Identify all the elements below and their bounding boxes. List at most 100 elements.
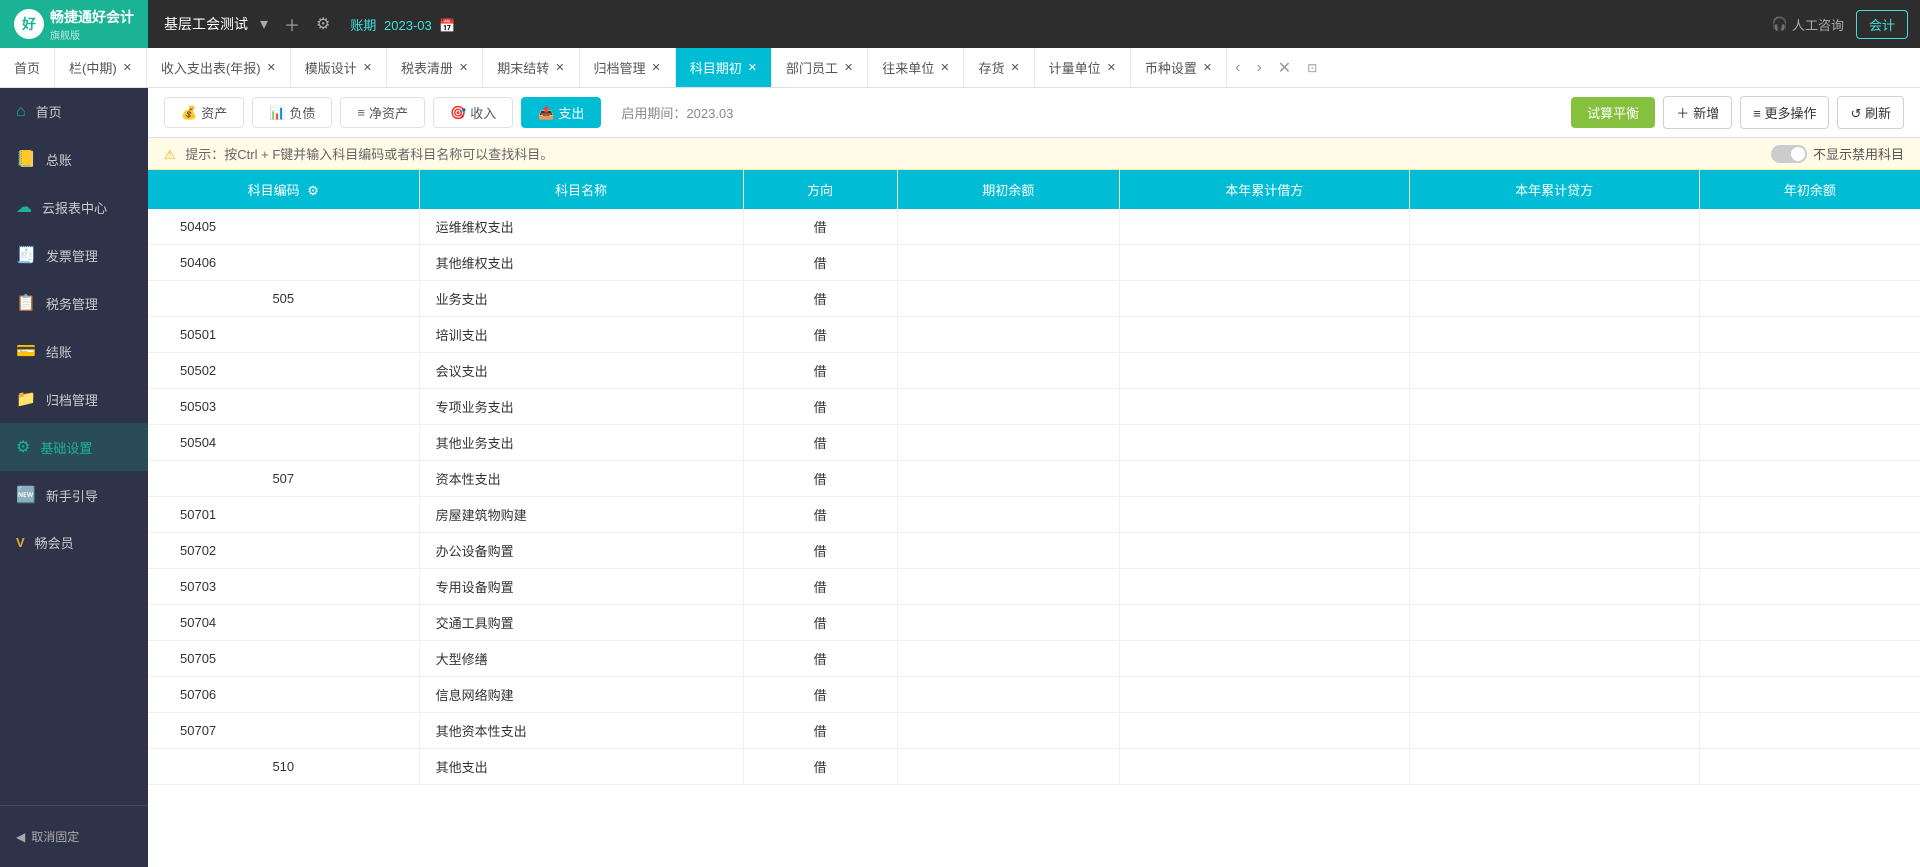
sidebar-item-invoice[interactable]: 🧾 发票管理 bbox=[0, 231, 148, 279]
sidebar-item-home[interactable]: ⌂ 首页 bbox=[0, 88, 148, 135]
table-row[interactable]: 50702办公设备购置借 bbox=[148, 533, 1920, 569]
tab-balance-mid-close[interactable]: ✕ bbox=[123, 61, 132, 74]
sidebar-item-ledger[interactable]: 📒 总账 bbox=[0, 135, 148, 183]
cell-direction: 借 bbox=[743, 461, 897, 497]
table-row[interactable]: 50704交通工具购置借 bbox=[148, 605, 1920, 641]
service-btn[interactable]: 🎧 人工咨询 bbox=[1772, 15, 1844, 34]
tab-subject-init-label: 科目期初 bbox=[690, 58, 742, 77]
tab-tax-clear[interactable]: 税表清册 ✕ bbox=[387, 48, 483, 88]
user-btn[interactable]: 会计 bbox=[1856, 10, 1908, 39]
tab-currency[interactable]: 币种设置 ✕ bbox=[1131, 48, 1227, 88]
table-row[interactable]: 50406其他维权支出借 bbox=[148, 245, 1920, 281]
tab-close-all[interactable]: ✕ bbox=[1270, 48, 1299, 88]
disabled-toggle[interactable] bbox=[1771, 145, 1807, 163]
cell-opening bbox=[897, 641, 1119, 677]
tab-income-annual[interactable]: 收入支出表(年报) ✕ bbox=[147, 48, 291, 88]
headset-icon: 🎧 bbox=[1772, 16, 1788, 32]
tab-home-label: 首页 bbox=[14, 58, 40, 77]
tab-dept-close[interactable]: ✕ bbox=[844, 61, 853, 74]
table-row[interactable]: 50706信息网络购建借 bbox=[148, 677, 1920, 713]
col-name: 科目名称 bbox=[419, 170, 743, 209]
sidebar-item-tax[interactable]: 📋 税务管理 bbox=[0, 279, 148, 327]
tab-currency-close[interactable]: ✕ bbox=[1203, 61, 1212, 74]
subtab-income[interactable]: 🎯 收入 bbox=[433, 97, 513, 128]
calendar-icon[interactable]: 📅 bbox=[439, 18, 455, 33]
table-row[interactable]: 50707其他资本性支出借 bbox=[148, 713, 1920, 749]
table-row[interactable]: 50504其他业务支出借 bbox=[148, 425, 1920, 461]
cell-direction: 借 bbox=[743, 425, 897, 461]
collapse-btn[interactable]: ◀ 取消固定 bbox=[0, 818, 148, 855]
tab-balance-mid[interactable]: 栏(中期) ✕ bbox=[55, 48, 147, 88]
sidebar-item-guide[interactable]: 🆕 新手引导 bbox=[0, 471, 148, 519]
cell-opening bbox=[897, 569, 1119, 605]
table-row[interactable]: 50501培训支出借 bbox=[148, 317, 1920, 353]
cell-code: 50707 bbox=[148, 713, 419, 749]
table-row[interactable]: 50405运维维权支出借 bbox=[148, 209, 1920, 245]
refresh-btn[interactable]: ↺ 刷新 bbox=[1837, 96, 1904, 129]
balance-btn[interactable]: 试算平衡 bbox=[1571, 97, 1655, 128]
tab-bar: 首页 栏(中期) ✕ 收入支出表(年报) ✕ 模版设计 ✕ 税表清册 ✕ 期末结… bbox=[0, 48, 1920, 88]
tab-nav-left[interactable]: ‹ bbox=[1227, 48, 1248, 88]
add-btn[interactable]: ＋ 新增 bbox=[1663, 96, 1732, 129]
dropdown-btn[interactable]: ▾ bbox=[256, 10, 272, 38]
table-row[interactable]: 50503专项业务支出借 bbox=[148, 389, 1920, 425]
tab-tax-clear-close[interactable]: ✕ bbox=[459, 61, 468, 74]
sidebar-item-settings[interactable]: ⚙ 基础设置 bbox=[0, 423, 148, 471]
logo-area: 好 畅捷通好会计 旗舰版 bbox=[0, 0, 148, 48]
tab-home[interactable]: 首页 bbox=[0, 48, 55, 88]
table-row[interactable]: 510其他支出借 bbox=[148, 749, 1920, 785]
cell-name: 大型修缮 bbox=[419, 641, 743, 677]
tab-archive-close[interactable]: ✕ bbox=[652, 61, 661, 74]
cell-code: 507 bbox=[148, 461, 419, 497]
cell-name: 信息网络购建 bbox=[419, 677, 743, 713]
add-project-btn[interactable]: ＋ bbox=[280, 8, 304, 40]
sidebar-item-report[interactable]: ☁ 云报表中心 bbox=[0, 183, 148, 231]
tab-unit-label: 计量单位 bbox=[1049, 58, 1101, 77]
subtab-net-asset[interactable]: ≡ 净资产 bbox=[340, 97, 425, 128]
tab-template[interactable]: 模版设计 ✕ bbox=[291, 48, 387, 88]
tab-income-annual-close[interactable]: ✕ bbox=[267, 61, 276, 74]
sidebar-item-settlement[interactable]: 💳 结账 bbox=[0, 327, 148, 375]
table-row[interactable]: 505业务支出借 bbox=[148, 281, 1920, 317]
tab-subject-init[interactable]: 科目期初 ✕ bbox=[676, 48, 772, 88]
tab-inventory-close[interactable]: ✕ bbox=[1010, 61, 1019, 74]
cell-ytd-credit bbox=[1409, 209, 1699, 245]
cell-ytd-debit bbox=[1119, 677, 1409, 713]
subtab-liability[interactable]: 📊 负债 bbox=[252, 97, 332, 128]
sidebar-item-member[interactable]: V 畅会员 bbox=[0, 519, 148, 566]
table-row[interactable]: 50703专用设备购置借 bbox=[148, 569, 1920, 605]
tab-dept[interactable]: 部门员工 ✕ bbox=[772, 48, 868, 88]
tab-unit[interactable]: 计量单位 ✕ bbox=[1035, 48, 1131, 88]
cell-name: 交通工具购置 bbox=[419, 605, 743, 641]
tab-unit-close[interactable]: ✕ bbox=[1107, 61, 1116, 74]
settings-btn[interactable]: ⚙ bbox=[312, 10, 334, 38]
tab-nav-right[interactable]: › bbox=[1248, 48, 1269, 88]
tab-subject-init-close[interactable]: ✕ bbox=[748, 61, 757, 74]
cell-ytd-balance bbox=[1699, 353, 1920, 389]
tab-contact[interactable]: 往来单位 ✕ bbox=[868, 48, 964, 88]
period-value: 2023-03 bbox=[384, 18, 432, 33]
tab-contact-close[interactable]: ✕ bbox=[940, 61, 949, 74]
cell-ytd-credit bbox=[1409, 569, 1699, 605]
tab-period-end[interactable]: 期末结转 ✕ bbox=[483, 48, 579, 88]
table-row[interactable]: 50701房屋建筑物购建借 bbox=[148, 497, 1920, 533]
cell-name: 资本性支出 bbox=[419, 461, 743, 497]
table-row[interactable]: 50705大型修缮借 bbox=[148, 641, 1920, 677]
col-settings-icon[interactable]: ⚙ bbox=[307, 183, 319, 199]
tab-inventory[interactable]: 存货 ✕ bbox=[964, 48, 1034, 88]
tab-period-end-close[interactable]: ✕ bbox=[555, 61, 564, 74]
cell-ytd-debit bbox=[1119, 461, 1409, 497]
more-btn[interactable]: ≡ 更多操作 bbox=[1740, 96, 1829, 129]
subtab-expenditure[interactable]: 📤 支出 bbox=[521, 97, 601, 128]
tab-template-close[interactable]: ✕ bbox=[363, 61, 372, 74]
subtab-asset[interactable]: 💰 资产 bbox=[164, 97, 244, 128]
tab-expand[interactable]: ⊡ bbox=[1299, 48, 1325, 88]
table-row[interactable]: 507资本性支出借 bbox=[148, 461, 1920, 497]
expenditure-icon: 📤 bbox=[538, 105, 554, 121]
cell-name: 培训支出 bbox=[419, 317, 743, 353]
cell-ytd-balance bbox=[1699, 749, 1920, 785]
table-row[interactable]: 50502会议支出借 bbox=[148, 353, 1920, 389]
tab-archive[interactable]: 归档管理 ✕ bbox=[580, 48, 676, 88]
sidebar-item-archive[interactable]: 📁 归档管理 bbox=[0, 375, 148, 423]
col-code: 科目编码 ⚙ bbox=[148, 170, 419, 209]
